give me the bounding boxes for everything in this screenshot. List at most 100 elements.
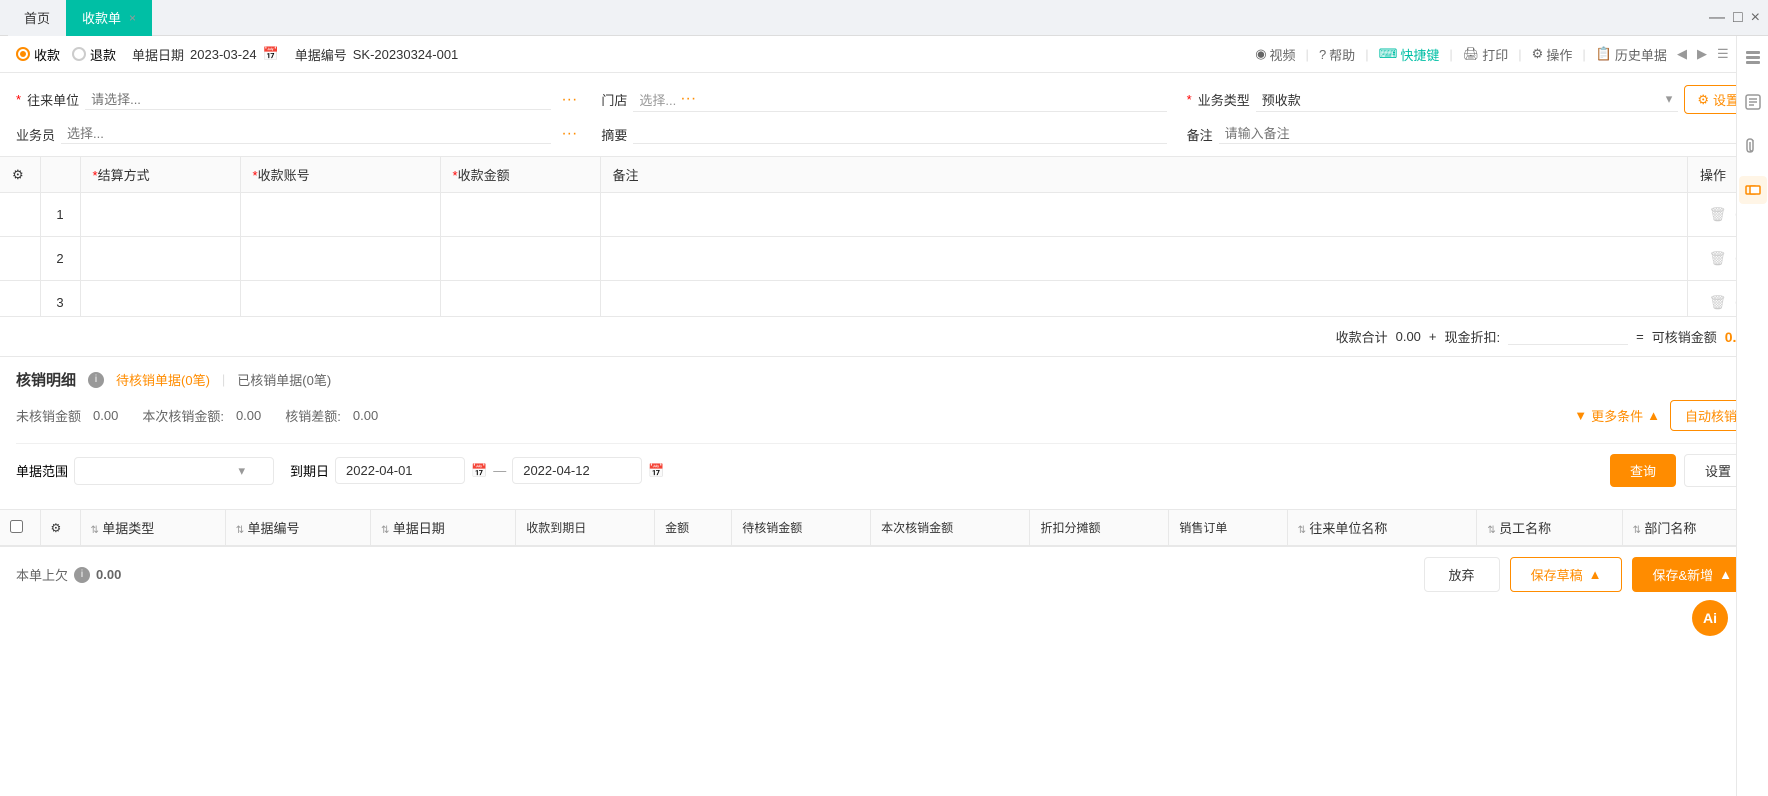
info-icon[interactable]: i (88, 372, 104, 388)
col-discount-header: 折扣分摊额 (1030, 510, 1169, 546)
business-type-select[interactable]: 预收款 (1256, 88, 1679, 112)
select-all-checkbox[interactable] (10, 520, 23, 533)
row2-method[interactable] (80, 237, 240, 281)
store-placeholder: 选择... (639, 90, 676, 109)
cal-from-icon[interactable]: 📅 (471, 463, 487, 479)
discard-button[interactable]: 放弃 (1424, 557, 1500, 592)
data-table-section: ⚙ *结算方式 *收款账号 *收款金额 备注 (0, 157, 1768, 317)
row3-delete-icon[interactable]: 🗑 (1709, 294, 1727, 311)
save-btn-label: 保存&新增 (1652, 565, 1713, 584)
history-btn[interactable]: 📋 历史单据 (1596, 45, 1667, 64)
row3-account[interactable] (240, 281, 440, 318)
toolbar: 收款 退款 单据日期 2023-03-24 📅 单据编号 SK-20230324… (0, 36, 1768, 73)
query-btn[interactable]: 查询 (1610, 454, 1676, 487)
sidebar-table-icon[interactable] (1739, 44, 1767, 72)
save-button[interactable]: 保存&新增 ▲ (1632, 557, 1752, 592)
row1-note[interactable] (600, 193, 1688, 237)
list-view-icon[interactable]: ☰ (1717, 46, 1729, 62)
remark-field: 备注 (1187, 124, 1752, 144)
shortcut-btn[interactable]: ⌨ 快捷键 (1379, 45, 1440, 64)
store-select[interactable]: 选择... ··· (633, 88, 1166, 112)
radio-shoukuan[interactable]: 收款 (16, 45, 60, 64)
col-staff-header: ⇅ 员工名称 (1477, 510, 1622, 546)
company-more-btn[interactable]: ··· (557, 91, 581, 109)
done-label: 已核销单据(0笔) (237, 370, 331, 389)
row2-delete-icon[interactable]: 🗑 (1709, 250, 1727, 267)
footer-info: 本单上欠 i 0.00 (16, 565, 121, 584)
footer-info-icon[interactable]: i (74, 567, 90, 583)
minimize-btn[interactable]: — (1709, 9, 1725, 27)
calendar-icon[interactable]: 📅 (263, 46, 279, 62)
cal-to-icon[interactable]: 📅 (648, 463, 664, 479)
tab-home-label: 首页 (24, 8, 50, 27)
filter-settings-label: 设置 (1705, 464, 1731, 479)
row1-delete-icon[interactable]: 🗑 (1709, 206, 1727, 223)
staff-more-btn[interactable]: ··· (557, 125, 581, 143)
discount-label: 现金折扣: (1445, 327, 1501, 346)
row3-note[interactable] (600, 281, 1688, 318)
filter-btn[interactable]: ▼ 更多条件 ▲ (1574, 406, 1660, 425)
discount-input[interactable] (1508, 329, 1628, 345)
tab-separator: | (222, 372, 225, 387)
verify-stats: 未核销金额 0.00 本次核销金额: 0.00 核销差额: 0.00 ▼ 更多条… (16, 400, 1752, 431)
diff-label: 核销差额: (285, 406, 341, 425)
keyboard-icon: ⌨ (1379, 46, 1398, 62)
verify-section: 核销明细 i 待核销单据(0笔) | 已核销单据(0笔) 未核销金额 0.00 … (0, 357, 1768, 510)
staff-input[interactable] (61, 124, 551, 144)
radio-tuikuan[interactable]: 退款 (72, 45, 116, 64)
store-more-btn[interactable]: ··· (676, 90, 700, 108)
operation-btn[interactable]: ⚙ 操作 (1532, 45, 1573, 64)
due-label: 到期日 (290, 461, 329, 480)
window-controls: — □ × (1709, 9, 1760, 27)
done-tab[interactable]: 已核销单据(0笔) (237, 370, 331, 389)
radio-group: 收款 退款 (16, 45, 116, 64)
col-settings-header[interactable]: ⚙ (0, 157, 40, 193)
print-btn[interactable]: 🖨 打印 (1463, 45, 1509, 64)
remark-input[interactable] (1219, 124, 1752, 144)
abstract-input[interactable] (633, 124, 1166, 144)
row2-note[interactable] (600, 237, 1688, 281)
row3-method[interactable] (80, 281, 240, 318)
footer: 本单上欠 i 0.00 放弃 保存草稿 ▲ 保存&新增 ▲ (0, 546, 1768, 602)
company-input[interactable] (85, 90, 551, 110)
shortcut-label: 快捷键 (1400, 45, 1439, 64)
radio-label-shoukuan: 收款 (34, 45, 60, 64)
tab-active[interactable]: 收款单 × (66, 0, 152, 36)
query-btn-label: 查询 (1630, 464, 1656, 479)
pending-tab[interactable]: 待核销单据(0笔) (116, 370, 210, 389)
form-row-1: * 往来单位 ··· 门店 选择... ··· * 业务类型 预收款 (16, 85, 1752, 114)
nav-right-icon[interactable]: ▶ (1697, 46, 1707, 62)
row2-amount[interactable] (440, 237, 600, 281)
row1-method[interactable] (80, 193, 240, 237)
summary-row: 收款合计 0.00 + 现金折扣: = 可核销金额 0.00 (0, 317, 1768, 357)
draft-button[interactable]: 保存草稿 ▲ (1510, 557, 1623, 592)
tab-home[interactable]: 首页 (8, 0, 66, 36)
row1-amount[interactable] (440, 193, 600, 237)
radio-dot-tuikuan (72, 47, 86, 61)
nav-left-icon[interactable]: ◀ (1677, 46, 1687, 62)
toolbar-right: ◉ 视频 | ? 帮助 | ⌨ 快捷键 | 🖨 打印 | ⚙ 操作 (1255, 44, 1752, 64)
sidebar-expand-icon[interactable] (1739, 176, 1767, 204)
row3-amount[interactable] (440, 281, 600, 318)
col-due-header: 收款到期日 (516, 510, 655, 546)
date-to-input[interactable] (512, 457, 642, 484)
maximize-btn[interactable]: □ (1733, 9, 1743, 27)
row1-account[interactable] (240, 193, 440, 237)
ai-badge[interactable]: Ai (1692, 600, 1728, 636)
range-select[interactable]: ▾ (74, 457, 274, 485)
col-gear-header[interactable]: ⚙ (40, 510, 80, 546)
close-btn[interactable]: × (1751, 9, 1760, 27)
sidebar-form-icon[interactable] (1739, 88, 1767, 116)
date-from-input[interactable] (335, 457, 465, 484)
sidebar-attach-icon[interactable] (1739, 132, 1767, 160)
video-btn[interactable]: ◉ 视频 (1255, 45, 1295, 64)
tab-close-icon[interactable]: × (129, 11, 136, 25)
right-sidebar (1736, 36, 1768, 796)
number-label: 单据编号 (295, 45, 347, 64)
help-btn[interactable]: ? 帮助 (1319, 45, 1355, 64)
col-type-header: ⇅ 单据类型 (80, 510, 225, 546)
staff-field: 业务员 ··· (16, 124, 581, 144)
row2-settings (0, 237, 40, 281)
row2-account[interactable] (240, 237, 440, 281)
col-num-header (40, 157, 80, 193)
